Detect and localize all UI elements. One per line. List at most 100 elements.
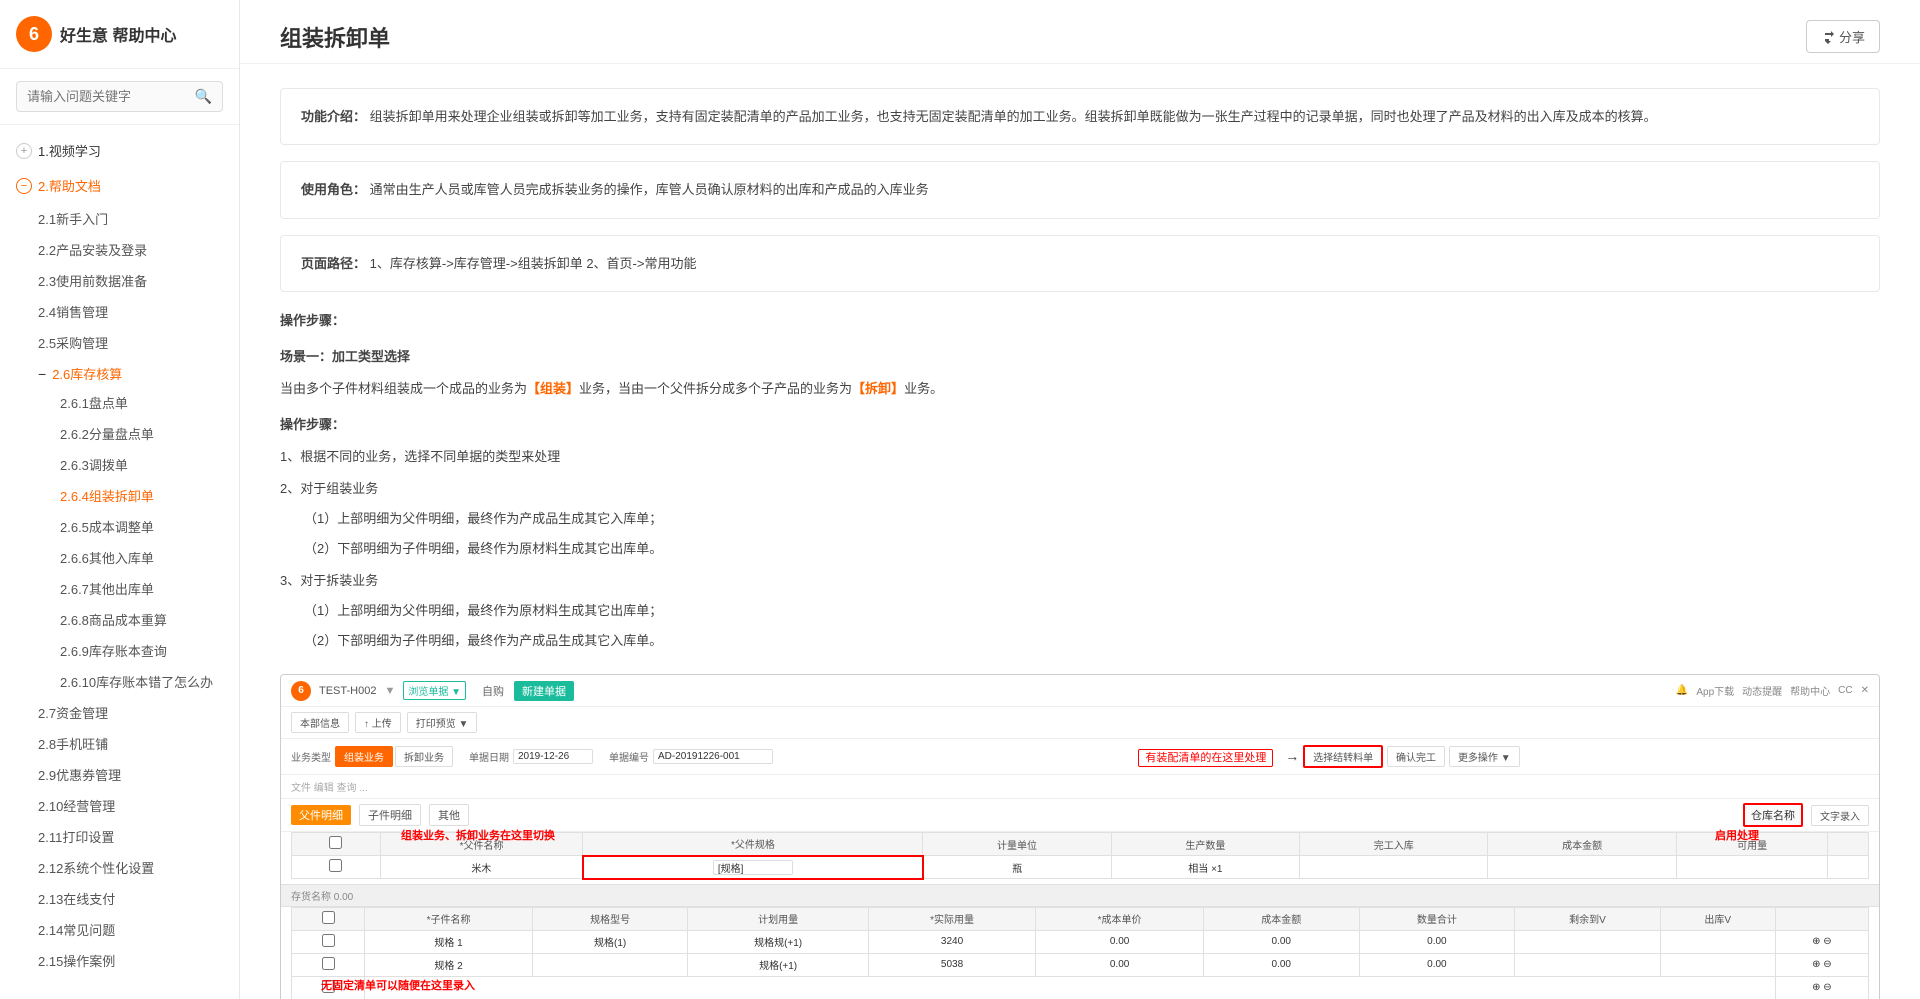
- sidebar-item-cost-adj[interactable]: 2.6.5成本调整单: [60, 511, 239, 542]
- topbar-app: App下载: [1696, 683, 1734, 698]
- ltd-tq-2: 0.00: [1359, 953, 1515, 976]
- tab-parent[interactable]: 父件明细: [291, 805, 351, 825]
- lth-actual-qty: *实际用量: [868, 907, 1036, 930]
- share-icon: [1821, 30, 1835, 44]
- select-all-upper[interactable]: [329, 836, 342, 849]
- sidebar-item-operation[interactable]: 2.10经营管理: [38, 790, 239, 821]
- sidebar-item-online-pay[interactable]: 2.13在线支付: [38, 883, 239, 914]
- annotation-switch: 组装业务、拆卸业务在这里切换: [401, 827, 555, 843]
- sidebar-item-video[interactable]: + 1.视频学习: [0, 133, 239, 168]
- sidebar-item-stock-query[interactable]: 2.6.9库存账本查询: [60, 635, 239, 666]
- td-available: [1676, 856, 1827, 879]
- app-nav-btn[interactable]: 浏览单据 ▼: [403, 681, 466, 700]
- step2: 2、对于组装业务: [280, 476, 1880, 502]
- btn-confirm[interactable]: 确认完工: [1387, 746, 1445, 767]
- sidebar-item-cases[interactable]: 2.15操作案例: [38, 945, 239, 976]
- ltd-act-3: ⊕ ⊖: [1775, 976, 1868, 999]
- sidebar-item-docs[interactable]: − 2.帮助文档: [0, 168, 239, 203]
- nav-children-docs: 2.1新手入门 2.2产品安装及登录 2.3使用前数据准备 2.4销售管理 2.…: [0, 203, 239, 976]
- btn-assembly[interactable]: 组装业务: [335, 746, 393, 767]
- td-row-actions: [1828, 856, 1869, 879]
- ltd-cp-2: 0.00: [1036, 953, 1204, 976]
- field-type: 业务类型 组装业务 拆卸业务: [291, 746, 453, 767]
- lower-table-row-1: 规格 1 规格(1) 规格规(+1) 3240 0.00 0.00 0.00 ⊕…: [292, 930, 1869, 953]
- sidebar-item-other-out[interactable]: 2.6.7其他出库单: [60, 573, 239, 604]
- app-logo: 6: [291, 681, 311, 701]
- lth-checkbox: [292, 907, 365, 930]
- sidebar-item-custom[interactable]: 2.12系统个性化设置: [38, 852, 239, 883]
- no-input[interactable]: [653, 749, 773, 764]
- app-toolbar: 本部信息 ↑ 上传 打印预览 ▼: [281, 707, 1879, 739]
- btn-more[interactable]: 更多操作 ▼: [1449, 746, 1520, 767]
- btn-disassembly[interactable]: 拆卸业务: [395, 746, 453, 767]
- sidebar-item-goods-cost[interactable]: 2.6.8商品成本重算: [60, 604, 239, 635]
- share-button[interactable]: 分享: [1806, 20, 1880, 53]
- topbar-close[interactable]: ✕: [1861, 685, 1869, 696]
- app-topbar-left: 6 TEST-H002 ▼ 浏览单据 ▼ 自购 新建单据: [291, 681, 574, 701]
- sidebar-item-stock-error[interactable]: 2.6.10库存账本错了怎么办: [60, 666, 239, 697]
- row-check-l2[interactable]: [322, 957, 335, 970]
- tab-purchase[interactable]: 自购: [474, 681, 512, 701]
- sidebar-item-data-prep[interactable]: 2.3使用前数据准备: [38, 265, 239, 296]
- topbar-help: 帮助中心: [1790, 683, 1830, 698]
- search-input[interactable]: [27, 89, 195, 104]
- topbar-notification: 🔔: [1676, 685, 1688, 696]
- scene1-title: 场景一：加工类型选择: [280, 344, 1880, 370]
- app-topbar: 6 TEST-H002 ▼ 浏览单据 ▼ 自购 新建单据 🔔 App下载 动态提…: [281, 675, 1879, 707]
- th-prod-qty: 生产数量: [1111, 833, 1299, 856]
- th-parent-spec: *父件规格: [583, 833, 923, 856]
- app-btn-preview[interactable]: 打印预览 ▼: [407, 712, 478, 733]
- logo-text: 好生意 帮助中心: [60, 22, 176, 46]
- expand-icon: +: [16, 143, 32, 159]
- ltd-rem-1: [1515, 930, 1661, 953]
- app-form: 业务类型 组装业务 拆卸业务 单据日期 单据编号: [281, 739, 1879, 775]
- app-btn-info[interactable]: 本部信息: [291, 712, 349, 733]
- step1: 1、根据不同的业务，选择不同单据的类型来处理: [280, 444, 1880, 470]
- lth-name: *子件名称: [365, 907, 533, 930]
- sidebar-item-purchase[interactable]: 2.5采购管理: [38, 327, 239, 358]
- annotation-area-1: 有装配清单的在这里处理 → 选择结转料单 确认完工 更多操作 ▼: [789, 745, 1869, 768]
- app-btn-upload[interactable]: ↑ 上传: [355, 712, 401, 733]
- sidebar-item-inventory[interactable]: − 2.6库存核算: [38, 358, 239, 387]
- td-parent-name: 米木: [380, 856, 583, 879]
- sidebar-item-mobile[interactable]: 2.8手机旺铺: [38, 728, 239, 759]
- main-header: 组装拆卸单 分享: [240, 0, 1920, 64]
- sidebar-item-other-in[interactable]: 2.6.6其他入库单: [60, 542, 239, 573]
- search-icon: 🔍: [195, 88, 212, 105]
- sidebar-item-fund[interactable]: 2.7资金管理: [38, 697, 239, 728]
- btn-add-row[interactable]: 文字录入: [1811, 805, 1869, 826]
- sidebar-item-print[interactable]: 2.11打印设置: [38, 821, 239, 852]
- sidebar-item-coupon[interactable]: 2.9优惠券管理: [38, 759, 239, 790]
- content-area: 功能介绍： 组装拆卸单用来处理企业组装或拆卸等加工业务，支持有固定装配清单的产品…: [240, 64, 1920, 999]
- select-all-lower[interactable]: [322, 911, 335, 924]
- sidebar-item-transfer[interactable]: 2.6.3调拨单: [60, 449, 239, 480]
- step3a: （1）上部明细为父件明细，最终作为原材料生成其它出库单；: [280, 598, 1880, 624]
- sidebar-item-sales[interactable]: 2.4销售管理: [38, 296, 239, 327]
- td-cost: [1488, 856, 1676, 879]
- row-check-l1[interactable]: [322, 934, 335, 947]
- collapse-icon: −: [16, 178, 32, 194]
- sidebar-item-stocktake[interactable]: 2.6.1盘点单: [60, 387, 239, 418]
- td-finish-in: [1300, 856, 1488, 879]
- app-company: TEST-H002: [319, 685, 376, 697]
- date-input[interactable]: [513, 749, 593, 764]
- app-window: 6 TEST-H002 ▼ 浏览单据 ▼ 自购 新建单据 🔔 App下载 动态提…: [281, 675, 1879, 999]
- sidebar-item-beginner[interactable]: 2.1新手入门: [38, 203, 239, 234]
- tab-new[interactable]: 新建单据: [514, 681, 574, 701]
- row-check[interactable]: [329, 859, 342, 872]
- warehouse-field[interactable]: 仓库名称: [1743, 803, 1803, 827]
- sidebar-item-partial-stocktake[interactable]: 2.6.2分量盘点单: [60, 418, 239, 449]
- btn-select-transfer[interactable]: 选择结转料单: [1303, 745, 1383, 768]
- search-box[interactable]: 🔍: [16, 81, 223, 112]
- sidebar-item-install[interactable]: 2.2产品安装及登录: [38, 234, 239, 265]
- page-title: 组装拆卸单: [280, 21, 390, 53]
- sidebar-item-assembly[interactable]: 2.6.4组装拆卸单: [60, 480, 239, 511]
- lth-actions: [1775, 907, 1868, 930]
- logo-area: 6 好生意 帮助中心: [0, 0, 239, 69]
- ltd-spec-2: [532, 953, 688, 976]
- tab-child[interactable]: 子件明细: [359, 804, 421, 826]
- tab-other[interactable]: 其他: [429, 804, 469, 826]
- th-cost: 成本金额: [1488, 833, 1676, 856]
- spec-input[interactable]: [713, 860, 793, 875]
- sidebar-item-faq[interactable]: 2.14常见问题: [38, 914, 239, 945]
